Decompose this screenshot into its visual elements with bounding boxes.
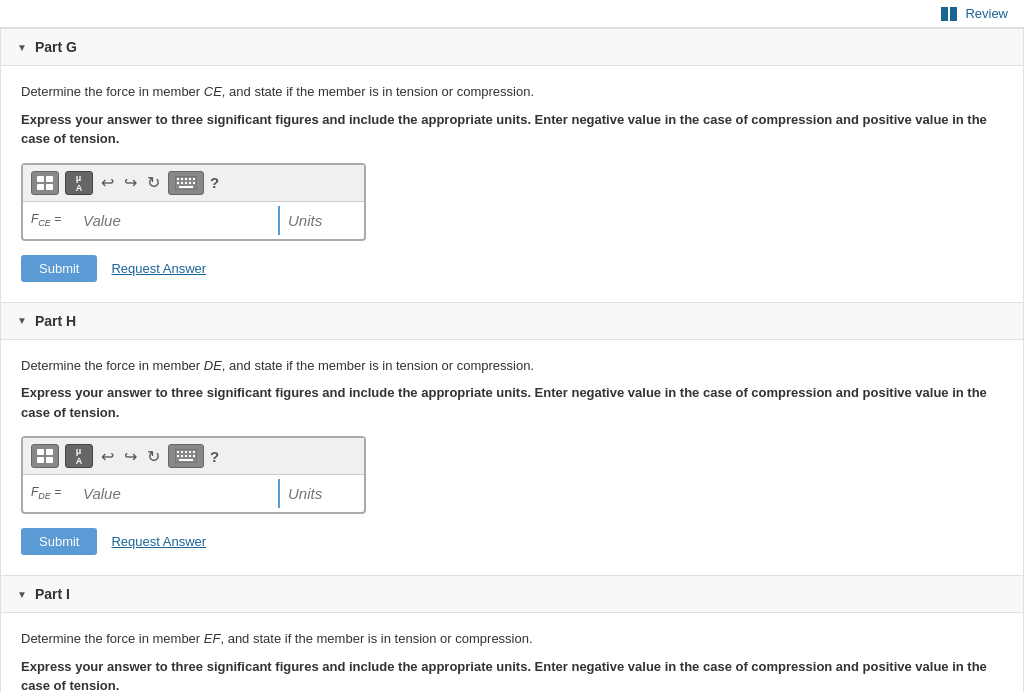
- svg-rect-25: [193, 451, 195, 453]
- svg-rect-18: [37, 457, 44, 463]
- svg-rect-3: [46, 184, 53, 190]
- request-answer-link[interactable]: Request Answer: [111, 534, 206, 549]
- keyboard-button[interactable]: [168, 444, 204, 468]
- svg-rect-23: [185, 451, 187, 453]
- problem-instructions: Express your answer to three significant…: [21, 657, 1003, 693]
- svg-rect-13: [189, 182, 191, 184]
- section-body-part-g: Determine the force in member CE, and st…: [1, 66, 1023, 302]
- section-body-part-i: Determine the force in member EF, and st…: [1, 613, 1023, 692]
- input-label: FDE =: [31, 485, 71, 501]
- collapse-arrow-icon: ▼: [17, 589, 27, 600]
- units-input[interactable]: [278, 206, 388, 235]
- toolbar: μA ↩ ↪ ↻ ?: [23, 438, 364, 475]
- svg-rect-12: [185, 182, 187, 184]
- actions-row: Submit Request Answer: [21, 528, 1003, 555]
- section-part-i: ▼ Part I Determine the force in member EF,…: [0, 575, 1024, 692]
- input-row: FDE =: [23, 475, 364, 512]
- svg-rect-26: [177, 455, 179, 457]
- svg-rect-14: [193, 182, 195, 184]
- units-input[interactable]: [278, 479, 388, 508]
- svg-rect-6: [181, 178, 183, 180]
- review-link[interactable]: Review: [941, 6, 1008, 21]
- section-title-part-i: Part I: [35, 586, 70, 602]
- value-input[interactable]: [79, 206, 278, 235]
- undo-button[interactable]: ↩: [99, 447, 116, 466]
- svg-rect-5: [177, 178, 179, 180]
- problem-instructions: Express your answer to three significant…: [21, 110, 1003, 149]
- sections-container: ▼ Part G Determine the force in member CE,…: [0, 28, 1024, 692]
- section-body-part-h: Determine the force in member DE, and st…: [1, 340, 1023, 576]
- svg-rect-2: [37, 184, 44, 190]
- keyboard-button[interactable]: [168, 171, 204, 195]
- svg-rect-29: [189, 455, 191, 457]
- undo-button[interactable]: ↩: [99, 173, 116, 192]
- problem-text: Determine the force in member CE, and st…: [21, 82, 1003, 102]
- svg-rect-15: [179, 186, 193, 188]
- help-button[interactable]: ?: [210, 174, 219, 191]
- top-bar: Review: [0, 0, 1024, 28]
- collapse-arrow-icon: ▼: [17, 42, 27, 53]
- help-button[interactable]: ?: [210, 448, 219, 465]
- submit-button[interactable]: Submit: [21, 528, 97, 555]
- svg-rect-9: [193, 178, 195, 180]
- tool-btn-1[interactable]: [31, 171, 59, 195]
- svg-rect-27: [181, 455, 183, 457]
- value-input[interactable]: [79, 479, 278, 508]
- svg-rect-21: [177, 451, 179, 453]
- section-header-part-g[interactable]: ▼ Part G: [1, 29, 1023, 66]
- svg-rect-8: [189, 178, 191, 180]
- section-part-g: ▼ Part G Determine the force in member CE,…: [0, 28, 1024, 302]
- svg-rect-16: [37, 449, 44, 455]
- svg-rect-1: [46, 176, 53, 182]
- tool-btn-2[interactable]: μA: [65, 444, 93, 468]
- toolbar: μA ↩ ↪ ↻ ?: [23, 165, 364, 202]
- svg-rect-7: [185, 178, 187, 180]
- svg-rect-30: [193, 455, 195, 457]
- svg-rect-0: [37, 176, 44, 182]
- collapse-arrow-icon: ▼: [17, 315, 27, 326]
- redo-button[interactable]: ↪: [122, 447, 139, 466]
- section-header-part-i[interactable]: ▼ Part I: [1, 576, 1023, 613]
- actions-row: Submit Request Answer: [21, 255, 1003, 282]
- review-icon: [941, 7, 959, 21]
- svg-rect-19: [46, 457, 53, 463]
- svg-rect-11: [181, 182, 183, 184]
- section-header-part-h[interactable]: ▼ Part H: [1, 303, 1023, 340]
- answer-input-box: μA ↩ ↪ ↻ ? FCE =: [21, 163, 366, 241]
- problem-instructions: Express your answer to three significant…: [21, 383, 1003, 422]
- svg-rect-28: [185, 455, 187, 457]
- reload-button[interactable]: ↻: [145, 447, 162, 466]
- tool-btn-2[interactable]: μA: [65, 171, 93, 195]
- svg-rect-17: [46, 449, 53, 455]
- answer-input-box: μA ↩ ↪ ↻ ? FDE =: [21, 436, 366, 514]
- problem-text: Determine the force in member DE, and st…: [21, 356, 1003, 376]
- review-label: Review: [965, 6, 1008, 21]
- request-answer-link[interactable]: Request Answer: [111, 261, 206, 276]
- svg-rect-22: [181, 451, 183, 453]
- submit-button[interactable]: Submit: [21, 255, 97, 282]
- svg-rect-10: [177, 182, 179, 184]
- tool-btn-1[interactable]: [31, 444, 59, 468]
- problem-text: Determine the force in member EF, and st…: [21, 629, 1003, 649]
- svg-rect-24: [189, 451, 191, 453]
- svg-rect-31: [179, 459, 193, 461]
- reload-button[interactable]: ↻: [145, 173, 162, 192]
- redo-button[interactable]: ↪: [122, 173, 139, 192]
- section-title-part-h: Part H: [35, 313, 76, 329]
- section-title-part-g: Part G: [35, 39, 77, 55]
- input-label: FCE =: [31, 212, 71, 228]
- section-part-h: ▼ Part H Determine the force in member DE,…: [0, 302, 1024, 576]
- input-row: FCE =: [23, 202, 364, 239]
